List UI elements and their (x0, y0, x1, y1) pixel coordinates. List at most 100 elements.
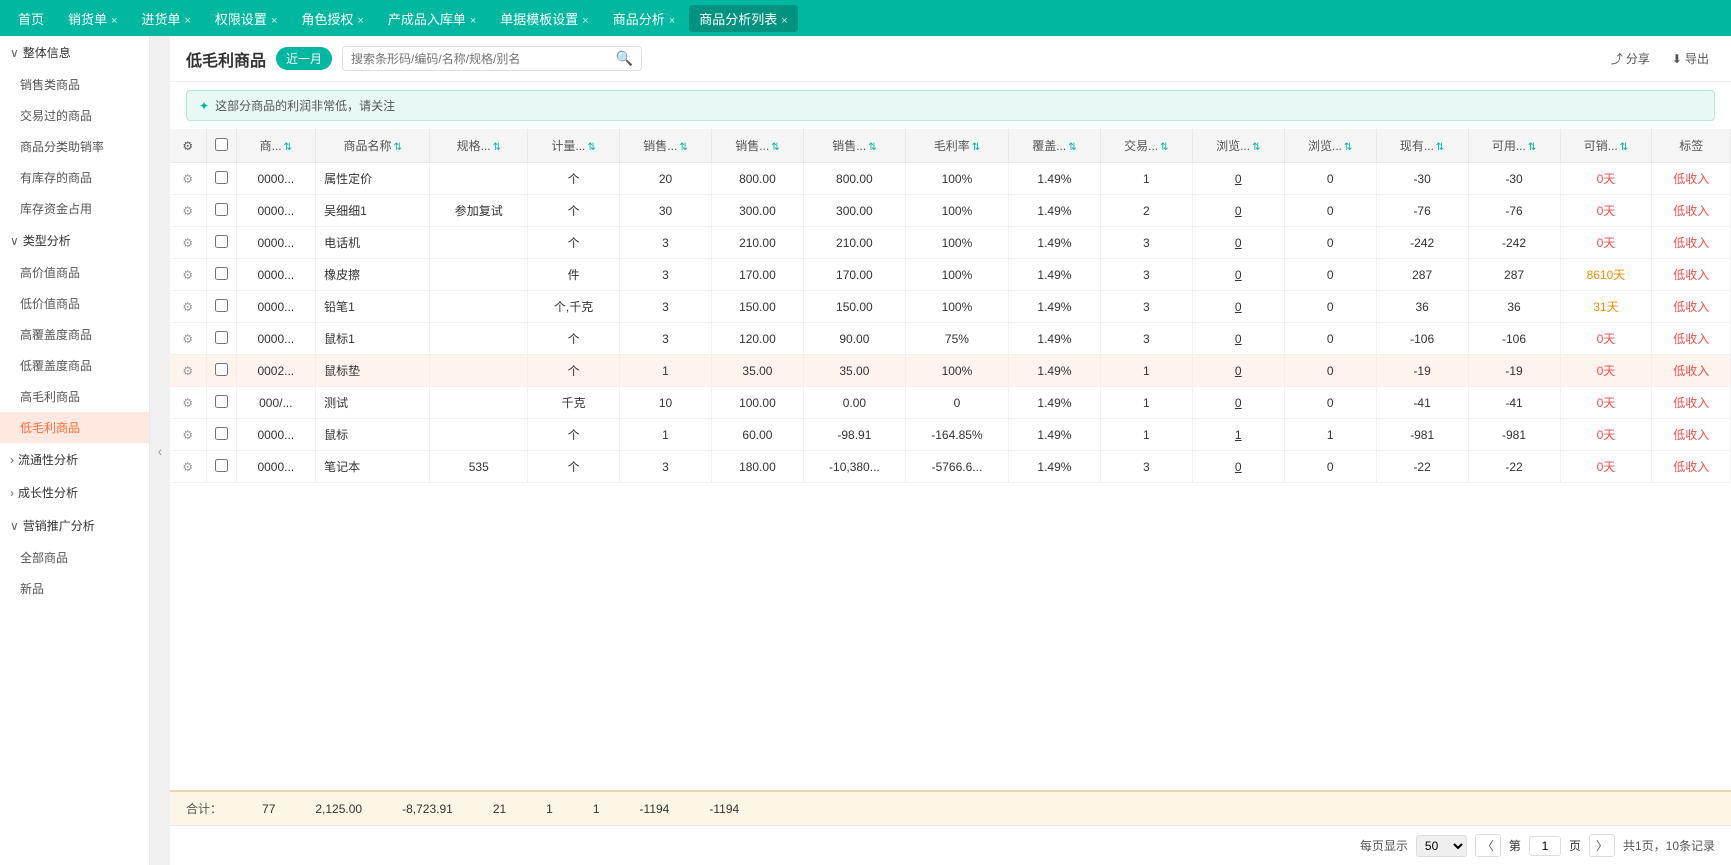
row-view1-7[interactable]: 0 (1192, 387, 1284, 419)
row-name-0[interactable]: 属性定价 (316, 163, 430, 195)
next-page-button[interactable]: 〉 (1589, 834, 1615, 857)
col-product-code[interactable]: 商...⇅ (236, 129, 316, 163)
page-number-input[interactable] (1529, 836, 1561, 856)
row-name-8[interactable]: 鼠标 (316, 419, 430, 451)
nav-close-template[interactable]: × (582, 15, 588, 27)
row-checkbox-5[interactable] (206, 323, 236, 355)
sidebar-item-category-rate[interactable]: 商品分类助销率 (0, 131, 149, 162)
row-checkbox-2[interactable] (206, 227, 236, 259)
row-select-7[interactable] (215, 395, 228, 408)
row-checkbox-8[interactable] (206, 419, 236, 451)
row-name-4[interactable]: 铅笔1 (316, 291, 430, 323)
page-size-select[interactable]: 50 10 20 100 (1416, 835, 1467, 857)
col-product-name[interactable]: 商品名称⇅ (316, 129, 430, 163)
col-spec[interactable]: 规格...⇅ (430, 129, 528, 163)
nav-permission-settings[interactable]: 权限设置× (205, 5, 287, 32)
nav-close-purchase-order[interactable]: × (184, 15, 190, 27)
row-view1-2[interactable]: 0 (1192, 227, 1284, 259)
row-select-8[interactable] (215, 427, 228, 440)
select-all-checkbox[interactable] (215, 138, 228, 151)
row-select-9[interactable] (215, 459, 228, 472)
sidebar-item-high-coverage[interactable]: 高覆盖度商品 (0, 319, 149, 350)
sidebar-item-low-coverage[interactable]: 低覆盖度商品 (0, 350, 149, 381)
col-sales-price[interactable]: 销售...⇅ (711, 129, 803, 163)
row-view1-5[interactable]: 0 (1192, 323, 1284, 355)
col-settings[interactable]: ⚙ (170, 129, 206, 163)
nav-template-settings[interactable]: 单据模板设置× (490, 5, 598, 32)
col-sellable-days[interactable]: 可销...⇅ (1560, 129, 1652, 163)
row-name-5[interactable]: 鼠标1 (316, 323, 430, 355)
col-checkbox-all[interactable] (206, 129, 236, 163)
row-checkbox-7[interactable] (206, 387, 236, 419)
row-select-1[interactable] (215, 203, 228, 216)
sidebar-item-sales-products[interactable]: 销售类商品 (0, 69, 149, 100)
row-select-4[interactable] (215, 299, 228, 312)
row-select-2[interactable] (215, 235, 228, 248)
collapse-sidebar-button[interactable]: ‹ (150, 36, 170, 865)
row-settings-8[interactable]: ⚙ (170, 419, 206, 451)
col-sales-profit[interactable]: 销售...⇅ (803, 129, 905, 163)
nav-close-role-auth[interactable]: × (357, 15, 363, 27)
col-gross-margin[interactable]: 毛利率⇅ (905, 129, 1008, 163)
nav-close-sales-order[interactable]: × (111, 15, 117, 27)
filter-recent-month-button[interactable]: 近一月 (276, 47, 332, 70)
sidebar-item-inventory-capital[interactable]: 库存资金占用 (0, 193, 149, 224)
row-name-9[interactable]: 笔记本 (316, 451, 430, 483)
nav-close-product-inbound[interactable]: × (470, 15, 476, 27)
nav-product-inbound[interactable]: 产成品入库单× (378, 5, 486, 32)
sidebar-item-high-gross[interactable]: 高毛利商品 (0, 381, 149, 412)
row-view1-1[interactable]: 0 (1192, 195, 1284, 227)
row-view1-9[interactable]: 0 (1192, 451, 1284, 483)
row-checkbox-3[interactable] (206, 259, 236, 291)
row-settings-1[interactable]: ⚙ (170, 195, 206, 227)
row-checkbox-0[interactable] (206, 163, 236, 195)
row-view1-6[interactable]: 0 (1192, 355, 1284, 387)
row-checkbox-6[interactable] (206, 355, 236, 387)
sidebar-item-all-products[interactable]: 全部商品 (0, 542, 149, 573)
sidebar-group-growth[interactable]: › 成长性分析 (0, 476, 149, 509)
col-available[interactable]: 可用...⇅ (1468, 129, 1560, 163)
row-settings-9[interactable]: ⚙ (170, 451, 206, 483)
nav-close-permission[interactable]: × (271, 15, 277, 27)
col-view1[interactable]: 浏览...⇅ (1192, 129, 1284, 163)
row-settings-0[interactable]: ⚙ (170, 163, 206, 195)
row-view1-4[interactable]: 0 (1192, 291, 1284, 323)
row-select-3[interactable] (215, 267, 228, 280)
row-settings-7[interactable]: ⚙ (170, 387, 206, 419)
sidebar-item-low-value[interactable]: 低价值商品 (0, 288, 149, 319)
nav-close-analysis[interactable]: × (669, 15, 675, 27)
nav-purchase-order[interactable]: 进货单× (131, 5, 200, 32)
col-unit[interactable]: 计量...⇅ (528, 129, 620, 163)
col-sales-qty[interactable]: 销售...⇅ (620, 129, 712, 163)
nav-analysis-list[interactable]: 商品分析列表× (689, 5, 797, 32)
row-view1-8[interactable]: 1 (1192, 419, 1284, 451)
export-button[interactable]: ⬇ 导出 (1666, 47, 1715, 70)
row-select-6[interactable] (215, 363, 228, 376)
prev-page-button[interactable]: 〈 (1475, 834, 1501, 857)
sidebar-group-overall[interactable]: ∨ 整体信息 (0, 36, 149, 69)
sidebar-item-traded-products[interactable]: 交易过的商品 (0, 100, 149, 131)
col-current-stock[interactable]: 现有...⇅ (1376, 129, 1468, 163)
nav-role-auth[interactable]: 角色授权× (291, 5, 373, 32)
row-view1-0[interactable]: 0 (1192, 163, 1284, 195)
row-checkbox-4[interactable] (206, 291, 236, 323)
sidebar-group-liquidity[interactable]: › 流通性分析 (0, 443, 149, 476)
row-name-1[interactable]: 吴细细1 (316, 195, 430, 227)
row-checkbox-1[interactable] (206, 195, 236, 227)
row-name-7[interactable]: 测试 (316, 387, 430, 419)
sidebar-item-high-value[interactable]: 高价值商品 (0, 257, 149, 288)
share-button[interactable]: ⤴ 分享 (1605, 47, 1656, 70)
col-coverage[interactable]: 覆盖...⇅ (1008, 129, 1100, 163)
row-name-3[interactable]: 橡皮擦 (316, 259, 430, 291)
nav-home[interactable]: 首页 (8, 5, 54, 32)
row-settings-3[interactable]: ⚙ (170, 259, 206, 291)
row-settings-4[interactable]: ⚙ (170, 291, 206, 323)
col-trade-count[interactable]: 交易...⇅ (1100, 129, 1192, 163)
row-view1-3[interactable]: 0 (1192, 259, 1284, 291)
nav-close-analysis-list[interactable]: × (781, 15, 787, 27)
row-checkbox-9[interactable] (206, 451, 236, 483)
search-icon[interactable]: 🔍 (616, 50, 633, 67)
row-select-5[interactable] (215, 331, 228, 344)
row-select-0[interactable] (215, 171, 228, 184)
sidebar-item-new-products[interactable]: 新品 (0, 573, 149, 604)
